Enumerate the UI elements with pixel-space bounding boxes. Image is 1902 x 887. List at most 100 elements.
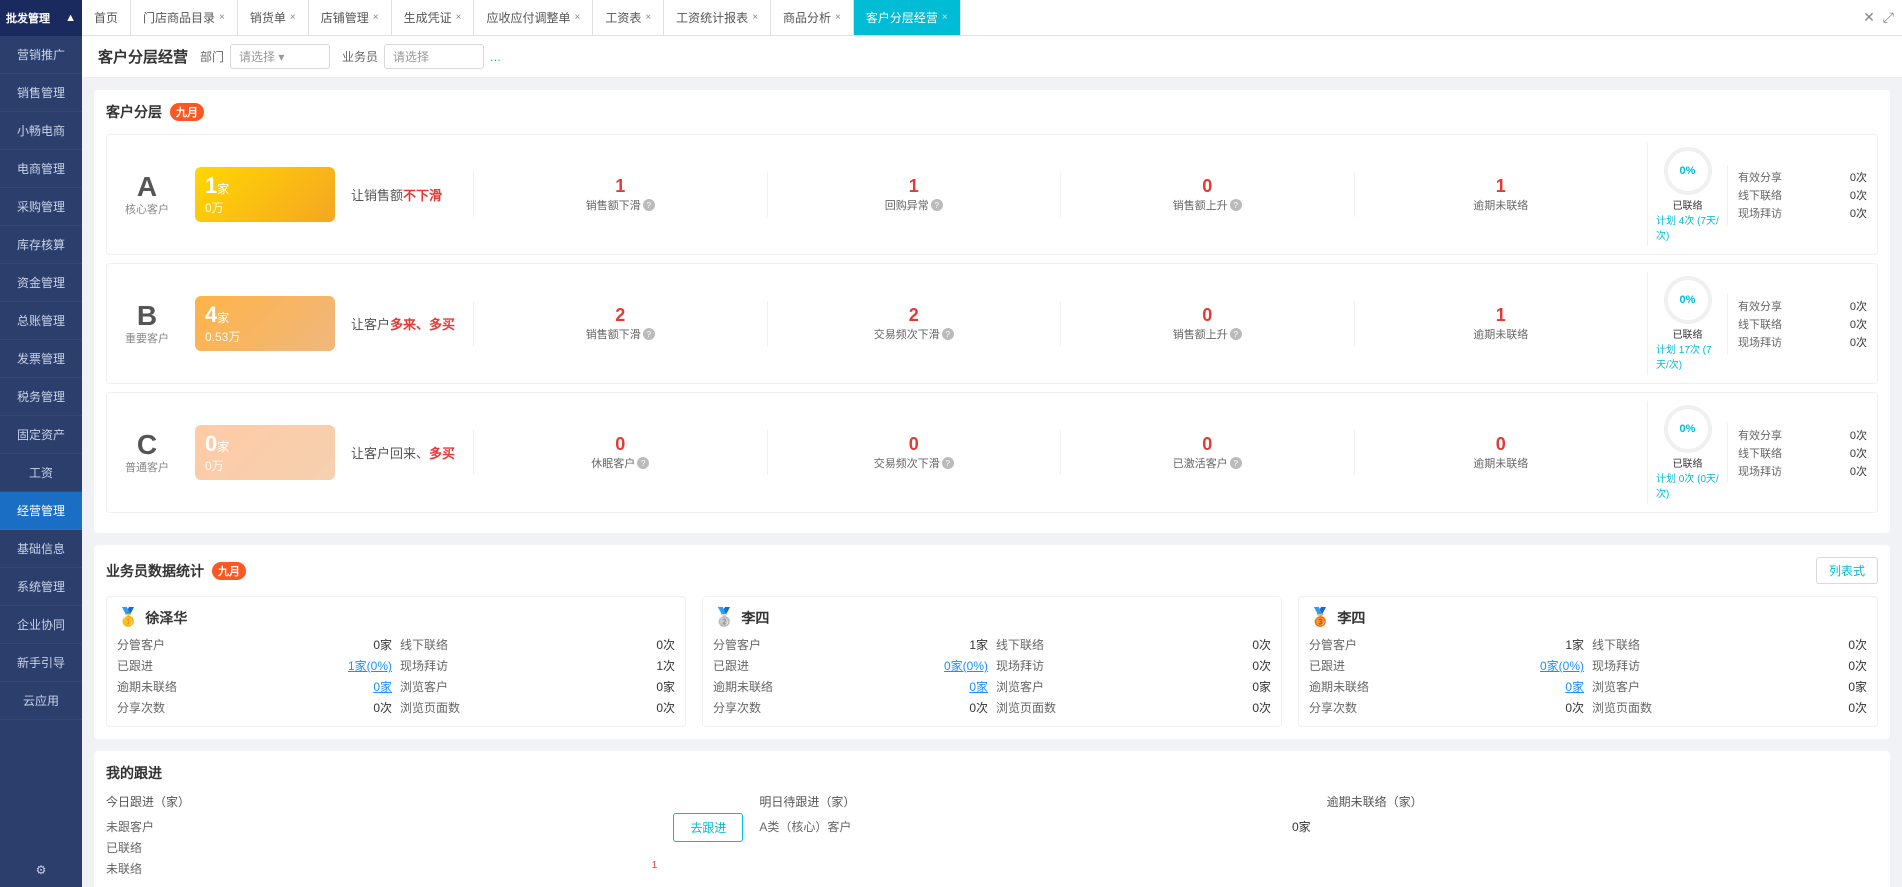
tab-close-生成凭证[interactable]: × (456, 12, 462, 23)
customer-tier-section: 客户分层 九月 A 核心客户 1家 0万 让销售额不下滑 1 销售额下滑 ? 1… (94, 90, 1890, 533)
tier-stat-num: 2 (482, 305, 759, 326)
tier-right-stat: 线下联络 0次 (1738, 445, 1867, 461)
sidebar-item-经营管理[interactable]: 经营管理 (0, 492, 82, 530)
tier-right-stat: 有效分享 0次 (1738, 169, 1867, 185)
sidebar-item-云应用[interactable]: 云应用 (0, 682, 82, 720)
staff-stat-row: 分享次数 0次 (117, 699, 392, 716)
tier-stat-num: 2 (776, 305, 1053, 326)
tab-门店商品目录[interactable]: 门店商品目录× (131, 0, 238, 36)
staff-stat-row: 现场拜访 0次 (1592, 657, 1867, 674)
tier-stat: 0 交易频次下滑 ? (767, 430, 1061, 475)
follow-today-row-1: 未跟客户 (106, 816, 657, 837)
tab-close-销货单[interactable]: × (290, 12, 296, 23)
tier-stat-label: 交易频次下滑 ? (776, 455, 1053, 471)
sidebar-item-工资[interactable]: 工资 (0, 454, 82, 492)
tier-stat-label: 已激活客户 ? (1069, 455, 1346, 471)
staff-month-badge: 九月 (212, 562, 246, 580)
staff-stat-row: 线下联络 0次 (400, 636, 675, 653)
staff-stat-row: 现场拜访 1次 (400, 657, 675, 674)
staff-section-header: 业务员数据统计 九月 列表式 (106, 557, 1878, 584)
close-icon[interactable]: ✕ (1863, 9, 1875, 26)
staff-stat-row: 分享次数 0次 (1309, 699, 1584, 716)
info-icon[interactable]: ? (1230, 199, 1242, 211)
sidebar-item-电商管理[interactable]: 电商管理 (0, 150, 82, 188)
tier-right-stat: 线下联络 0次 (1738, 316, 1867, 332)
tab-close-工资统计报表[interactable]: × (752, 12, 758, 23)
sidebar-item-新手引导[interactable]: 新手引导 (0, 644, 82, 682)
tier-right-stats-A: 有效分享 0次 线下联络 0次 现场拜访 0次 (1727, 165, 1877, 225)
tab-close-商品分析[interactable]: × (835, 12, 841, 23)
follow-today-row-3: 未联络 1 (106, 858, 657, 879)
tab-销货单[interactable]: 销货单× (238, 0, 309, 36)
sidebar-item-销售管理[interactable]: 销售管理 (0, 74, 82, 112)
tab-close-客户分层经营[interactable]: × (942, 12, 948, 23)
staff-header-0: 🥇 徐泽华 (117, 607, 675, 628)
tab-close-店铺管理[interactable]: × (373, 12, 379, 23)
sidebar-item-发票管理[interactable]: 发票管理 (0, 340, 82, 378)
tab-工资表[interactable]: 工资表× (593, 0, 664, 36)
staff-stat-row: 逾期未联络 0家 (1309, 678, 1584, 695)
tab-商品分析[interactable]: 商品分析× (771, 0, 854, 36)
staff-stats-grid-2: 分管客户 1家 线下联络 0次 已跟进 0家(0%) 现场拜访 0次 逾期未联络… (1309, 636, 1867, 716)
main-content: 首页门店商品目录×销货单×店铺管理×生成凭证×应收应付调整单×工资表×工资统计报… (82, 0, 1902, 887)
tier-action-A: 让销售额不下滑 (343, 185, 473, 204)
tier-stat: 1 逾期未联络 (1354, 301, 1648, 346)
tier-label-A: A 核心客户 (107, 173, 187, 217)
staff-stats-grid-0: 分管客户 0家 线下联络 0次 已跟进 1家(0%) 现场拜访 1次 逾期未联络… (117, 636, 675, 716)
tab-应收应付调整单[interactable]: 应收应付调整单× (474, 0, 593, 36)
staff-badge-2: 🥉 (1309, 607, 1331, 628)
sidebar-item-企业协同[interactable]: 企业协同 (0, 606, 82, 644)
tier-stat: 1 回购异常 ? (767, 172, 1061, 217)
info-icon[interactable]: ? (643, 328, 655, 340)
go-follow-button[interactable]: 去跟进 (673, 813, 743, 842)
tab-生成凭证[interactable]: 生成凭证× (392, 0, 475, 36)
sidebar-collapse-icon[interactable]: ▲ (65, 12, 76, 24)
info-icon[interactable]: ? (643, 199, 655, 211)
tier-right-stats-C: 有效分享 0次 线下联络 0次 现场拜访 0次 (1727, 423, 1877, 483)
tier-stat-label: 逾期未联络 (1363, 197, 1640, 213)
staff-stat-row: 分管客户 1家 (713, 636, 988, 653)
tab-close-工资表[interactable]: × (645, 12, 651, 23)
info-icon[interactable]: ? (942, 457, 954, 469)
info-icon[interactable]: ? (1230, 457, 1242, 469)
sidebar-title: 批发管理 (6, 10, 50, 26)
more-button[interactable]: ... (490, 49, 501, 64)
tier-stat-num: 1 (1363, 176, 1640, 197)
sidebar-item-资金管理[interactable]: 资金管理 (0, 264, 82, 302)
list-view-button[interactable]: 列表式 (1816, 557, 1878, 584)
sidebar-item-系统管理[interactable]: 系统管理 (0, 568, 82, 606)
overdue-col-title: 逾期未联络（家） (1327, 793, 1878, 810)
info-icon[interactable]: ? (1230, 328, 1242, 340)
sidebar-item-库存核算[interactable]: 库存核算 (0, 226, 82, 264)
circle-progress: 0% (1664, 147, 1712, 195)
info-icon[interactable]: ? (942, 328, 954, 340)
sidebar-item-税务管理[interactable]: 税务管理 (0, 378, 82, 416)
sidebar-item-总账管理[interactable]: 总账管理 (0, 302, 82, 340)
tab-close-应收应付调整单[interactable]: × (574, 12, 580, 23)
tier-rows: A 核心客户 1家 0万 让销售额不下滑 1 销售额下滑 ? 1 回购异常 ? … (106, 134, 1878, 513)
staff-filter: 业务员 请选择 ... (342, 44, 501, 69)
sidebar-top[interactable]: 批发管理 ▲ (0, 0, 82, 36)
tab-客户分层经营[interactable]: 客户分层经营× (854, 0, 961, 36)
settings-button[interactable]: ⚙ (0, 853, 82, 887)
staff-select[interactable]: 请选择 (384, 44, 484, 69)
tab-首页[interactable]: 首页 (82, 0, 131, 36)
tier-action-C: 让客户回来、多买 (343, 443, 473, 462)
sidebar-item-采购管理[interactable]: 采购管理 (0, 188, 82, 226)
tab-工资统计报表[interactable]: 工资统计报表× (664, 0, 771, 36)
tier-right-stat: 现场拜访 0次 (1738, 463, 1867, 479)
sidebar-item-基础信息[interactable]: 基础信息 (0, 530, 82, 568)
tier-stat: 0 已激活客户 ? (1060, 430, 1354, 475)
expand-icon[interactable]: ⤢ (1883, 9, 1894, 26)
dept-select[interactable]: 请选择 ▾ (230, 44, 330, 69)
tab-bar: 首页门店商品目录×销货单×店铺管理×生成凭证×应收应付调整单×工资表×工资统计报… (82, 0, 1902, 36)
tab-店铺管理[interactable]: 店铺管理× (309, 0, 392, 36)
tier-label-C: C 普通客户 (107, 431, 187, 475)
tab-close-门店商品目录[interactable]: × (219, 12, 225, 23)
info-icon[interactable]: ? (931, 199, 943, 211)
sidebar-item-营销推广[interactable]: 营销推广 (0, 36, 82, 74)
sidebar-item-固定资产[interactable]: 固定资产 (0, 416, 82, 454)
sidebar-item-小畅电商[interactable]: 小畅电商 (0, 112, 82, 150)
info-icon[interactable]: ? (637, 457, 649, 469)
tier-label-B: B 重要客户 (107, 302, 187, 346)
